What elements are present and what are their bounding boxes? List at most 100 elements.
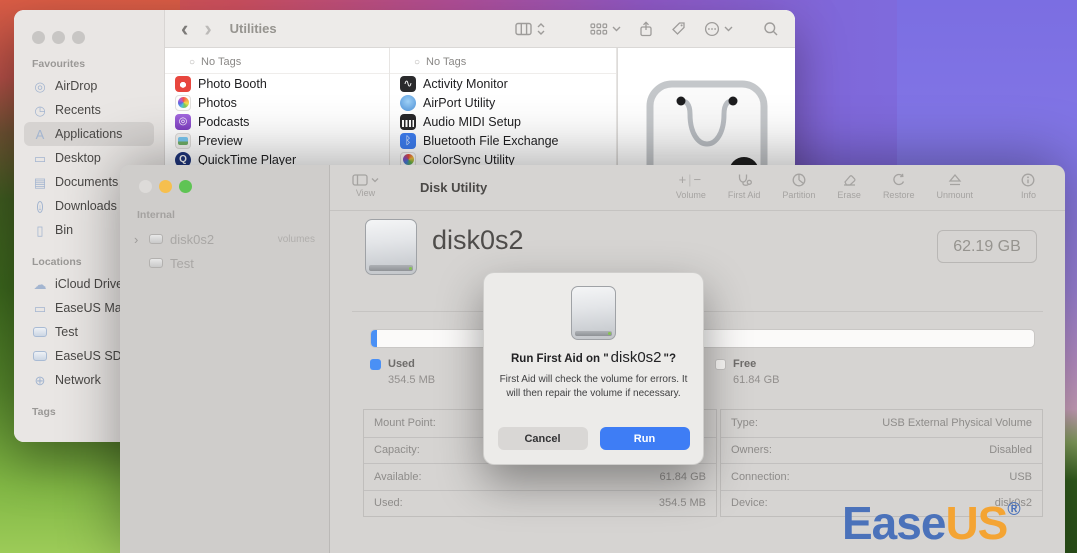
laptop-icon: ▭ [32, 302, 48, 315]
finder-window-title: Utilities [230, 21, 277, 36]
info-row-connection: Connection:USB [721, 463, 1042, 490]
tag-icon[interactable] [671, 21, 686, 36]
drive-icon [149, 258, 163, 268]
sidebar-item-airdrop[interactable]: ◎ AirDrop [24, 74, 154, 98]
applications-icon: A [32, 128, 48, 141]
downloads-icon: ↓ [32, 199, 48, 213]
file-item-audio-midi[interactable]: Audio MIDI Setup [390, 112, 616, 131]
info-row-used: Used:354.5 MB [364, 490, 716, 517]
unmount-button[interactable]: Unmount [925, 173, 984, 200]
legend-used: Used 354.5 MB [370, 358, 435, 386]
more-options-icon[interactable] [704, 21, 720, 37]
info-icon [1021, 173, 1035, 187]
restore-arrow-icon [892, 173, 906, 187]
close-button[interactable] [139, 180, 152, 193]
file-item-photo-booth[interactable]: Photo Booth [165, 74, 389, 93]
no-tags-header: ○ No Tags [390, 54, 616, 74]
eject-icon [948, 173, 962, 187]
file-item-photos[interactable]: Photos [165, 93, 389, 112]
file-item-airport-utility[interactable]: AirPort Utility [390, 93, 616, 112]
info-row-type: Type:USB External Physical Volume [721, 410, 1042, 437]
column-view-icon[interactable] [515, 22, 532, 36]
run-button[interactable]: Run [600, 427, 690, 450]
free-value: 61.84 GB [715, 374, 779, 386]
bluetooth-icon: ᛒ [400, 133, 416, 149]
dialog-volume-name: disk0s2 [611, 349, 662, 366]
globe-icon: ⊕ [32, 374, 48, 387]
finder-toolbar: ‹ › Utilities [165, 10, 795, 48]
airdrop-icon: ◎ [32, 80, 48, 93]
volume-button[interactable]: +|− Volume [665, 173, 717, 200]
disk-utility-sidebar: Internal › disk0s2 volumes Test [120, 165, 330, 553]
restore-button[interactable]: Restore [872, 173, 926, 200]
zoom-button[interactable] [72, 31, 85, 44]
used-space-fill [371, 330, 377, 347]
sidebar-section-internal: Internal [137, 209, 319, 221]
disclosure-icon[interactable]: › [134, 232, 142, 247]
drive-icon [32, 350, 48, 363]
sidebar-item-applications[interactable]: A Applications [24, 122, 154, 146]
sidebar-item-test[interactable]: Test [130, 251, 319, 275]
airport-utility-icon [400, 95, 416, 111]
chevron-down-icon [612, 25, 621, 32]
share-icon[interactable] [639, 21, 653, 37]
back-button[interactable]: ‹ [181, 18, 188, 40]
view-button[interactable]: View [352, 174, 379, 198]
stethoscope-icon [737, 173, 752, 187]
preview-icon [175, 133, 191, 149]
file-item-activity-monitor[interactable]: ∿ Activity Monitor [390, 74, 616, 93]
close-button[interactable] [32, 31, 45, 44]
file-item-podcasts[interactable]: ◎ Podcasts [165, 112, 389, 131]
activity-monitor-icon: ∿ [400, 76, 416, 92]
forward-button[interactable]: › [204, 18, 211, 40]
pie-chart-icon [792, 173, 806, 187]
audio-midi-icon [400, 114, 416, 130]
cancel-button[interactable]: Cancel [498, 427, 588, 450]
volumes-badge: volumes [278, 234, 315, 245]
info-button[interactable]: Info [1010, 173, 1047, 200]
podcasts-icon: ◎ [175, 114, 191, 130]
document-icon: ▤ [32, 176, 48, 189]
first-aid-button[interactable]: First Aid [717, 173, 772, 200]
cloud-icon: ☁ [32, 278, 48, 291]
disk-name: disk0s2 [432, 225, 524, 256]
minimize-button[interactable] [159, 180, 172, 193]
info-row-owners: Owners:Disabled [721, 437, 1042, 464]
photos-icon [175, 95, 191, 111]
drive-icon [149, 234, 163, 244]
sidebar-toggle-icon [352, 174, 368, 186]
file-item-bluetooth-exchange[interactable]: ᛒ Bluetooth File Exchange [390, 131, 616, 150]
drive-icon [32, 326, 48, 339]
erase-button[interactable]: Erase [826, 173, 872, 200]
partition-button[interactable]: Partition [771, 173, 826, 200]
sidebar-item-disk0s2[interactable]: › disk0s2 volumes [130, 227, 319, 251]
desktop-icon: ▭ [32, 152, 48, 165]
file-item-preview[interactable]: Preview [165, 131, 389, 150]
dialog-body: First Aid will check the volume for erro… [499, 373, 688, 401]
desktop: Favourites ◎ AirDrop ◷ Recents A Applica… [0, 0, 1077, 553]
first-aid-dialog: Run First Aid on " disk0s2 "? First Aid … [483, 272, 704, 465]
disk-utility-title: Disk Utility [420, 180, 487, 195]
used-value: 354.5 MB [370, 374, 435, 386]
disk-size-badge: 62.19 GB [937, 230, 1037, 263]
chevron-down-icon [371, 177, 379, 183]
dialog-buttons: Cancel Run [484, 427, 703, 450]
sidebar-section-favourites: Favourites [32, 58, 154, 70]
trash-icon: ▯ [32, 224, 48, 237]
search-icon[interactable] [763, 21, 779, 37]
used-swatch [370, 359, 381, 370]
zoom-button[interactable] [179, 180, 192, 193]
group-view-icon[interactable] [590, 22, 608, 36]
dialog-title: Run First Aid on " disk0s2 "? [484, 349, 703, 366]
registered-trademark-icon: ® [1007, 499, 1020, 519]
finder-traffic-lights [24, 10, 154, 44]
eraser-icon [842, 173, 857, 187]
sort-chevrons-icon[interactable] [536, 22, 546, 36]
minimize-button[interactable] [52, 31, 65, 44]
sidebar-item-recents[interactable]: ◷ Recents [24, 98, 154, 122]
chevron-down-icon [724, 25, 733, 32]
free-swatch [715, 359, 726, 370]
disk-utility-titlebar: View Disk Utility +|− Volume First Aid P… [330, 165, 1065, 211]
disk-utility-traffic-lights [130, 165, 319, 193]
photo-booth-icon [175, 76, 191, 92]
